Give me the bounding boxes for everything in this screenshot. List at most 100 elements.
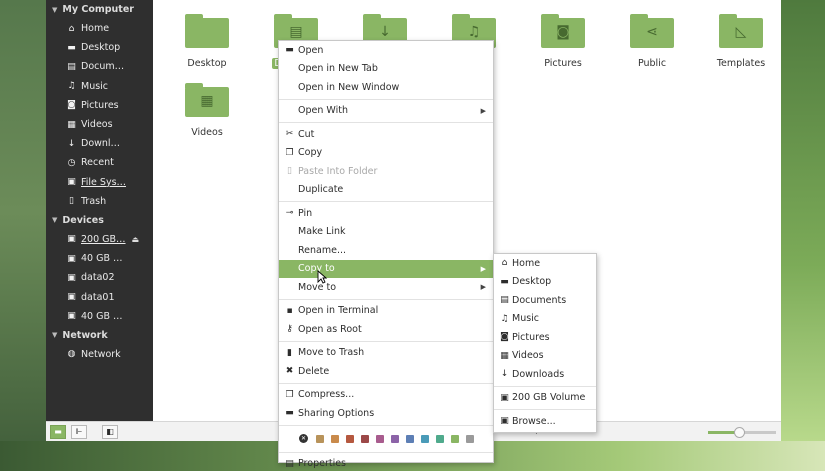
menu-item-copy-to[interactable]: Copy to ▶ <box>279 259 493 278</box>
zoom-slider-handle[interactable] <box>733 427 745 438</box>
sidebar-item[interactable]: ▣ 40 GB … <box>46 249 153 268</box>
menu-item-label: Open With <box>298 105 348 117</box>
sidebar-item[interactable]: ▣ data01 <box>46 287 153 306</box>
delete-icon: ✖ <box>285 366 294 377</box>
menu-item-pictures[interactable]: ◙ Pictures <box>494 328 596 347</box>
collapse-triangle-icon[interactable]: ▼ <box>52 216 57 224</box>
menu-item-videos[interactable]: ▦ Videos <box>494 347 596 366</box>
sidebar: ▼ My Computer ⌂ Home ▬ Desktop ▤ Docum… ♫ Music ◙ P… <box>46 0 153 421</box>
menu-item-open-in-new-tab[interactable]: Open in New Tab <box>279 60 493 79</box>
reset-color-icon[interactable]: ✕ <box>299 434 308 443</box>
toggle-sidebar-button[interactable]: ◧ <box>102 425 118 439</box>
menu-item-label: Delete <box>298 365 330 377</box>
menu-item-label: Home <box>512 257 541 269</box>
network-icon: ◍ <box>67 349 76 360</box>
menu-item-open-in-new-window[interactable]: Open in New Window <box>279 78 493 97</box>
menu-item-label: Make Link <box>298 226 346 238</box>
sidebar-item[interactable]: ◍ Network <box>46 345 153 364</box>
menu-item-label: Open as Root <box>298 323 362 335</box>
sidebar-item[interactable]: ▤ Docum… <box>46 57 153 76</box>
menu-item-rename[interactable]: Rename... <box>279 241 493 260</box>
sidebar-item[interactable]: ▦ Videos <box>46 115 153 134</box>
sidebar-item[interactable]: ▣ 40 GB … <box>46 307 153 326</box>
menu-item-copy[interactable]: ❐ Copy <box>279 144 493 163</box>
menu-separator <box>279 122 493 123</box>
color-swatch[interactable] <box>406 434 414 443</box>
collapse-triangle-icon[interactable]: ▼ <box>52 331 57 339</box>
sidebar-section-header[interactable]: ▼ Network <box>46 326 153 345</box>
sidebar-item[interactable]: ▬ Desktop <box>46 38 153 57</box>
sidebar-item-label: Music <box>81 80 109 92</box>
color-swatch[interactable] <box>451 434 459 443</box>
menu-item-label: Properties <box>298 458 347 470</box>
menu-item-properties[interactable]: ▤ Properties <box>279 455 493 471</box>
menu-item-open-in-terminal[interactable]: ▪ Open in Terminal <box>279 302 493 321</box>
sidebar-item[interactable]: ⌂ Home <box>46 19 153 38</box>
menu-item-music[interactable]: ♫ Music <box>494 310 596 329</box>
color-swatch[interactable] <box>361 434 369 443</box>
sidebar-item[interactable]: ♫ Music <box>46 77 153 96</box>
color-swatch[interactable] <box>421 434 429 443</box>
folder-name: Pictures <box>544 58 582 69</box>
color-swatch[interactable] <box>331 434 339 443</box>
menu-item-move-to-trash[interactable]: ▮ Move to Trash <box>279 344 493 363</box>
collapse-triangle-icon[interactable]: ▼ <box>52 6 57 14</box>
menu-item-documents[interactable]: ▤ Documents <box>494 291 596 310</box>
public-folder-icon: ⋖ <box>630 14 674 48</box>
menu-item-make-link[interactable]: Make Link <box>279 223 493 242</box>
folder-name: Public <box>637 58 667 69</box>
menu-item-label: 200 GB Volume <box>512 392 586 404</box>
menu-item-open[interactable]: ▬ Open <box>279 41 493 60</box>
menu-item-label: Sharing Options <box>298 407 375 419</box>
sidebar-item[interactable]: ◙ Pictures <box>46 96 153 115</box>
sidebar-item[interactable]: ▯ Trash <box>46 192 153 211</box>
sidebar-item[interactable]: ▣ 200 GB… ⏏ <box>46 230 153 249</box>
sidebar-item[interactable]: ↓ Downl… <box>46 134 153 153</box>
sidebar-section-header[interactable]: ▼ My Computer <box>46 0 153 19</box>
zoom-slider[interactable] <box>708 427 776 438</box>
menu-item-sharing-options[interactable]: ▬ Sharing Options <box>279 404 493 423</box>
folder-item[interactable]: ▦ Videos <box>172 77 242 138</box>
menu-item-compress[interactable]: ❒ Compress... <box>279 386 493 405</box>
menu-item-open-as-root[interactable]: ⚷ Open as Root <box>279 320 493 339</box>
folder-item[interactable]: ◺ Templates <box>706 8 776 69</box>
menu-item-200-gb-volume[interactable]: ▣ 200 GB Volume <box>494 389 596 408</box>
menu-item-desktop[interactable]: ▬ Desktop <box>494 273 596 292</box>
color-swatch[interactable] <box>466 434 474 443</box>
menu-item-downloads[interactable]: ↓ Downloads <box>494 365 596 384</box>
menu-separator <box>279 201 493 202</box>
sidebar-section-header[interactable]: ▼ Devices <box>46 211 153 230</box>
folder-item[interactable]: ◙ Pictures <box>528 8 598 69</box>
tree-view-button[interactable]: ⊩ <box>71 425 87 439</box>
color-swatch[interactable] <box>376 434 384 443</box>
folder-item[interactable]: ⋖ Public <box>617 8 687 69</box>
menu-separator <box>279 98 493 100</box>
color-swatch[interactable] <box>346 434 354 443</box>
sidebar-item[interactable]: ▣ data02 <box>46 268 153 287</box>
sidebar-item[interactable]: ◷ Recent <box>46 153 153 172</box>
submenu-arrow-icon: ▶ <box>480 106 486 115</box>
menu-item-cut[interactable]: ✂ Cut <box>279 125 493 144</box>
clock-icon: ◷ <box>67 157 76 168</box>
archive-icon: ❒ <box>285 389 294 400</box>
menu-item-move-to[interactable]: Move to ▶ <box>279 278 493 297</box>
places-view-button[interactable]: ▬ <box>50 425 66 439</box>
menu-item-pin[interactable]: ⊸ Pin <box>279 204 493 223</box>
menu-item-browse[interactable]: ▣ Browse... <box>494 412 596 431</box>
camera-icon: ◙ <box>67 100 76 111</box>
color-swatch[interactable] <box>316 434 324 443</box>
folder-item[interactable]: Desktop <box>172 8 242 69</box>
color-swatch[interactable] <box>436 434 444 443</box>
menu-item-home[interactable]: ⌂ Home <box>494 254 596 273</box>
menu-item-duplicate[interactable]: Duplicate <box>279 181 493 200</box>
menu-item-paste-into-folder[interactable]: ▯ Paste Into Folder <box>279 162 493 181</box>
folder-emblem: ▦ <box>200 93 214 109</box>
submenu-arrow-icon: ▶ <box>480 283 486 292</box>
color-swatch[interactable] <box>391 434 399 443</box>
sidebar-item[interactable]: ▣ File Sys… <box>46 173 153 192</box>
menu-item-delete[interactable]: ✖ Delete <box>279 362 493 381</box>
eject-icon[interactable]: ⏏ <box>132 235 140 244</box>
menu-item-open-with[interactable]: Open With ▶ <box>279 102 493 121</box>
copy-to-submenu: ⌂ Home ▬ Desktop ▤ Documents ♫ Music ◙ Pictures ▦ V… <box>493 253 597 433</box>
drive-icon: ▣ <box>67 253 76 264</box>
